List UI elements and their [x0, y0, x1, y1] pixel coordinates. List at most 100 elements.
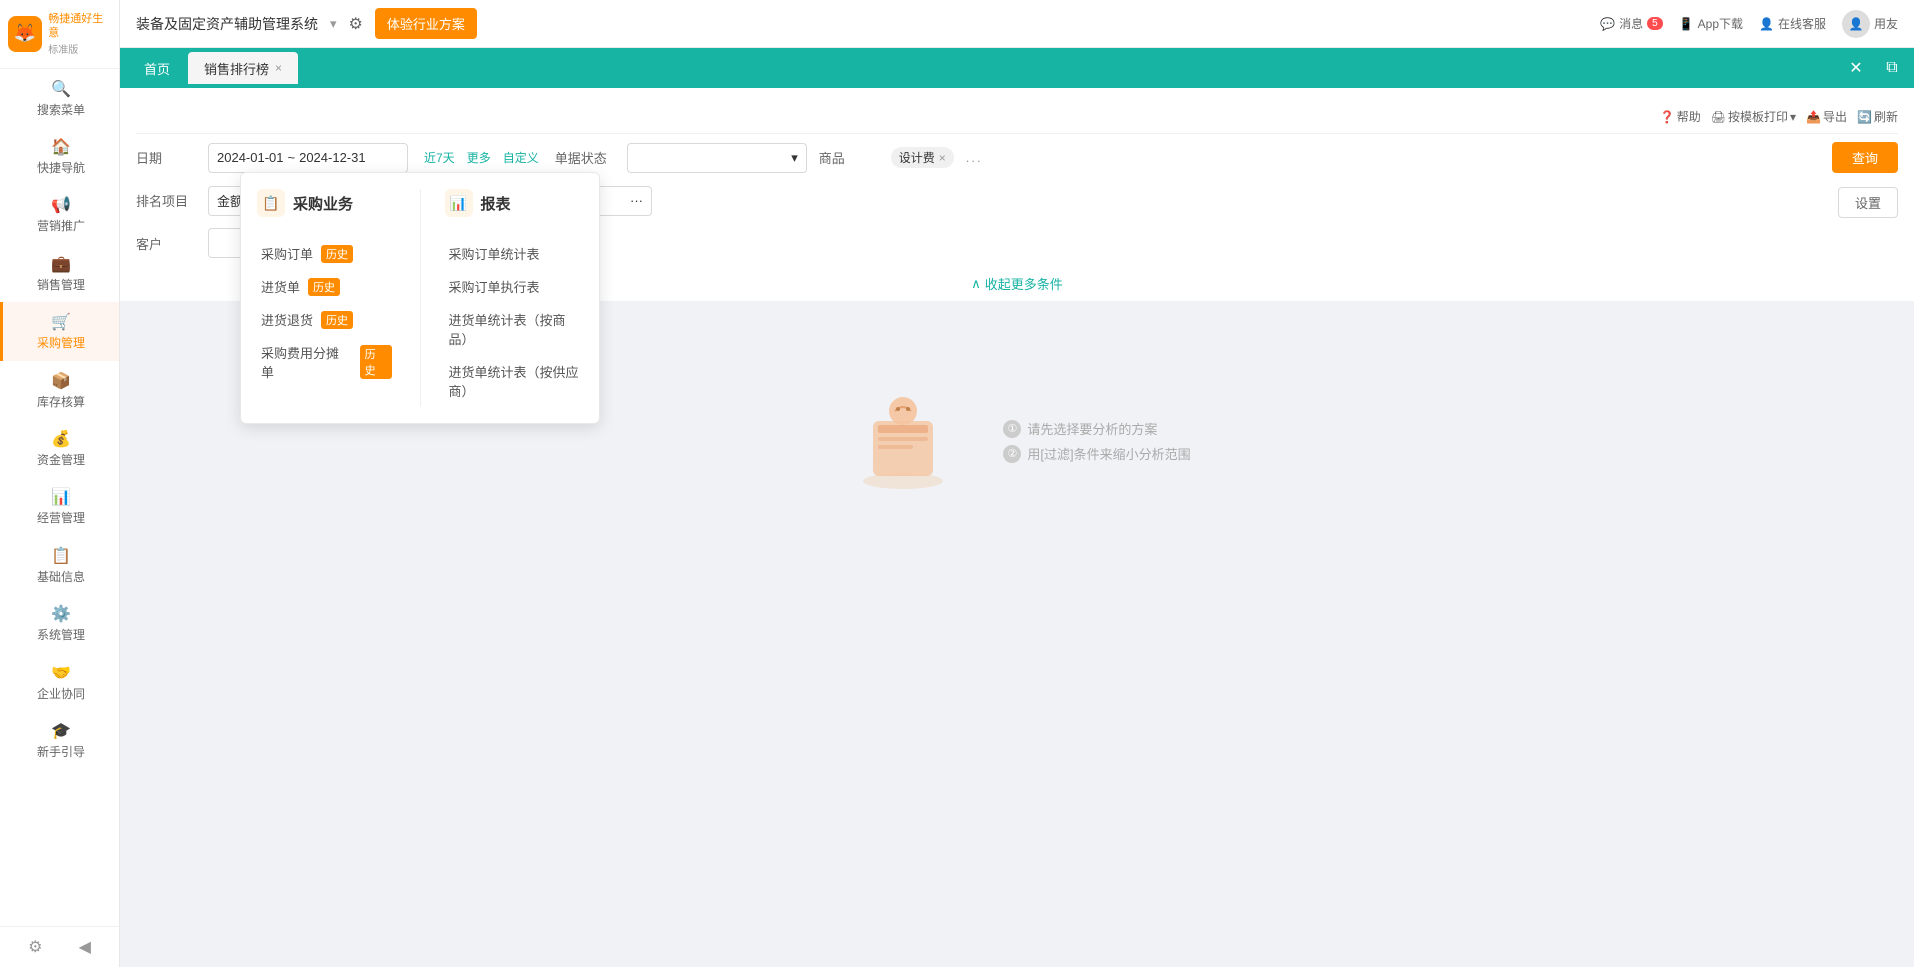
sales-icon: 💼 — [51, 254, 71, 274]
inbound-history: 历史 — [308, 278, 340, 296]
sidebar-item-basic-info[interactable]: 📋 基础信息 — [0, 536, 119, 594]
report-column: 📊 报表 采购订单统计表 采购订单执行表 进货单统计表（按商品） 进货单统计表（… — [445, 189, 584, 407]
sidebar-item-guide[interactable]: 🎓 新手引导 — [0, 711, 119, 769]
sidebar-item-system[interactable]: ⚙️ 系统管理 — [0, 594, 119, 652]
purchase-order-label: 采购订单 — [261, 244, 313, 263]
query-btn[interactable]: 查询 — [1832, 142, 1898, 173]
main-content: 装备及固定资产辅助管理系统 ▾ ⚙ 体验行业方案 💬 消息 5 📱 App下载 … — [120, 0, 1914, 967]
close-window-btn[interactable]: ✕ — [1842, 54, 1870, 82]
sidebar-logo: 🦊 畅捷通好生意 标准版 — [0, 0, 119, 69]
filter-row-1: 日期 2024-01-01 ~ 2024-12-31 近7天 更多 自定义 单据… — [136, 142, 1898, 173]
industry-btn[interactable]: 体验行业方案 — [375, 8, 477, 39]
sidebar-collapse-btn[interactable]: ◀ — [79, 937, 91, 957]
menu-item-return[interactable]: 进货退货 历史 — [257, 303, 396, 336]
quick-date-custom[interactable]: 自定义 — [499, 147, 543, 168]
sidebar-item-marketing[interactable]: 📢 营销推广 — [0, 185, 119, 243]
product-label: 商品 — [819, 148, 879, 167]
message-badge: 5 — [1647, 17, 1663, 30]
print-btn[interactable]: 🖨 按模板打印 ▾ — [1711, 108, 1796, 125]
order-status-select[interactable]: ▾ — [627, 143, 807, 173]
avatar-icon: 👤 — [1849, 17, 1864, 31]
purchase-order-history: 历史 — [321, 245, 353, 263]
menu-item-expense[interactable]: 采购费用分摊单 历史 — [257, 336, 396, 388]
tip2-num: ② — [1003, 445, 1021, 463]
menu-item-inbound-stats-supplier[interactable]: 进货单统计表（按供应商） — [445, 355, 584, 407]
logo-tag: 标准版 — [48, 41, 111, 56]
sidebar-nav: 🔍 搜索菜单 🏠 快捷导航 📢 营销推广 💼 销售管理 🛒 采购管理 📦 — [0, 69, 119, 926]
sidebar-item-finance[interactable]: 💰 资金管理 — [0, 419, 119, 477]
marketing-icon: 📢 — [51, 195, 71, 215]
date-start: 2024-01-01 — [217, 150, 284, 165]
purchase-business-title: 采购业务 — [293, 193, 353, 214]
menu-col-divider — [420, 189, 421, 407]
tab-home-label: 首页 — [144, 59, 170, 78]
refresh-icon: 🔄 — [1857, 110, 1872, 124]
report-header: 📊 报表 — [445, 189, 584, 225]
sidebar-item-sales[interactable]: 💼 销售管理 — [0, 244, 119, 302]
menu-item-purchase-order[interactable]: 采购订单 历史 — [257, 237, 396, 270]
export-icon: 📤 — [1806, 110, 1821, 124]
message-btn[interactable]: 💬 消息 5 — [1600, 15, 1663, 32]
empty-illustration — [843, 381, 963, 501]
sidebar-footer: ⚙ ◀ — [0, 926, 119, 967]
help-btn[interactable]: ❓ 帮助 — [1660, 108, 1701, 125]
sidebar-item-enterprise[interactable]: 🤝 企业协同 — [0, 653, 119, 711]
sidebar-settings-btn[interactable]: ⚙ — [28, 937, 42, 957]
logo-text: 畅捷通好生意 — [48, 12, 111, 41]
report-title: 报表 — [481, 193, 511, 214]
menu-item-purchase-order-exec[interactable]: 采购订单执行表 — [445, 270, 584, 303]
return-label: 进货退货 — [261, 310, 313, 329]
search-icon: 🔍 — [51, 79, 71, 99]
set-btn[interactable]: 设置 — [1838, 187, 1898, 218]
enterprise-icon: 🤝 — [51, 663, 71, 683]
purchase-dropdown-menu: 📋 采购业务 采购订单 历史 进货单 历史 进货退货 历史 — [240, 172, 600, 424]
print-icon: 🖨 — [1711, 110, 1726, 124]
tip2-text: 用[过滤]条件来缩小分析范围 — [1027, 444, 1190, 463]
return-history: 历史 — [321, 311, 353, 329]
sidebar-item-quick-nav[interactable]: 🏠 快捷导航 — [0, 127, 119, 185]
quick-date-more[interactable]: 更多 — [463, 147, 495, 168]
system-icon: ⚙️ — [51, 604, 71, 624]
online-service-btn[interactable]: 👤 在线客服 — [1759, 15, 1826, 32]
sidebar-item-purchase[interactable]: 🛒 采购管理 — [0, 302, 119, 360]
tab-sales-rank-close[interactable]: × — [275, 61, 282, 75]
purchase-col-icon: 📋 — [257, 189, 285, 217]
tab-sales-rank[interactable]: 销售排行榜 × — [188, 52, 298, 84]
tab-home[interactable]: 首页 — [128, 52, 186, 84]
tab-bar-right: ✕ ⧉ — [1842, 54, 1906, 82]
sidebar: 🦊 畅捷通好生意 标准版 🔍 搜索菜单 🏠 快捷导航 📢 营销推广 💼 — [0, 0, 120, 967]
service-icon: 👤 — [1759, 17, 1774, 31]
topbar-settings-icon[interactable]: ⚙ — [349, 14, 363, 34]
date-range-input[interactable]: 2024-01-01 ~ 2024-12-31 — [208, 143, 408, 173]
menu-item-inbound-stats-product[interactable]: 进货单统计表（按商品） — [445, 303, 584, 355]
system-name-chevron[interactable]: ▾ — [330, 16, 337, 32]
refresh-btn[interactable]: 🔄 刷新 — [1857, 108, 1898, 125]
user-menu-btn[interactable]: 👤 用友 — [1842, 10, 1898, 38]
inventory-icon: 📦 — [51, 371, 71, 391]
sidebar-item-inventory[interactable]: 📦 库存核算 — [0, 361, 119, 419]
sidebar-item-search[interactable]: 🔍 搜索菜单 — [0, 69, 119, 127]
product-dots[interactable]: ... — [966, 150, 983, 165]
export-btn[interactable]: 📤 导出 — [1806, 108, 1847, 125]
collapse-icon: ∧ — [971, 276, 981, 292]
quick-date-7days[interactable]: 近7天 — [420, 147, 459, 168]
tab-bar: 首页 销售排行榜 × ✕ ⧉ — [120, 48, 1914, 88]
menu-item-purchase-order-stats[interactable]: 采购订单统计表 — [445, 237, 584, 270]
app-download-btn[interactable]: 📱 App下载 — [1679, 15, 1743, 32]
order-status-chevron: ▾ — [791, 150, 798, 166]
expense-label: 采购费用分摊单 — [261, 343, 352, 381]
sidebar-item-operations[interactable]: 📊 经营管理 — [0, 477, 119, 535]
finance-icon: 💰 — [51, 429, 71, 449]
top-bar-actions: 💬 消息 5 📱 App下载 👤 在线客服 👤 用友 — [1600, 10, 1898, 38]
product-tag-close[interactable]: × — [939, 151, 946, 165]
empty-tip-1: ① 请先选择要分析的方案 — [1003, 419, 1190, 438]
tab-sales-rank-label: 销售排行榜 — [204, 59, 269, 78]
product-tag: 设计费 × — [891, 147, 954, 168]
empty-tips: ① 请先选择要分析的方案 ② 用[过滤]条件来缩小分析范围 — [1003, 419, 1190, 463]
restore-window-btn[interactable]: ⧉ — [1878, 54, 1906, 82]
date-label: 日期 — [136, 148, 196, 167]
menu-item-inbound[interactable]: 进货单 历史 — [257, 270, 396, 303]
rank-label: 排名项目 — [136, 191, 196, 210]
logo-icon: 🦊 — [8, 16, 42, 52]
operations-icon: 📊 — [51, 487, 71, 507]
